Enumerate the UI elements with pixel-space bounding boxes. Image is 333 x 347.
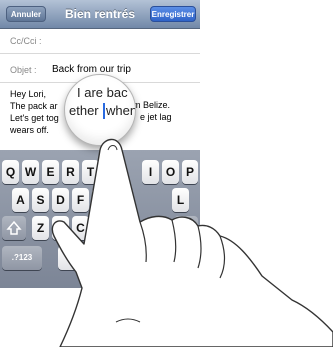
hand-pointer-icon (51, 138, 333, 347)
